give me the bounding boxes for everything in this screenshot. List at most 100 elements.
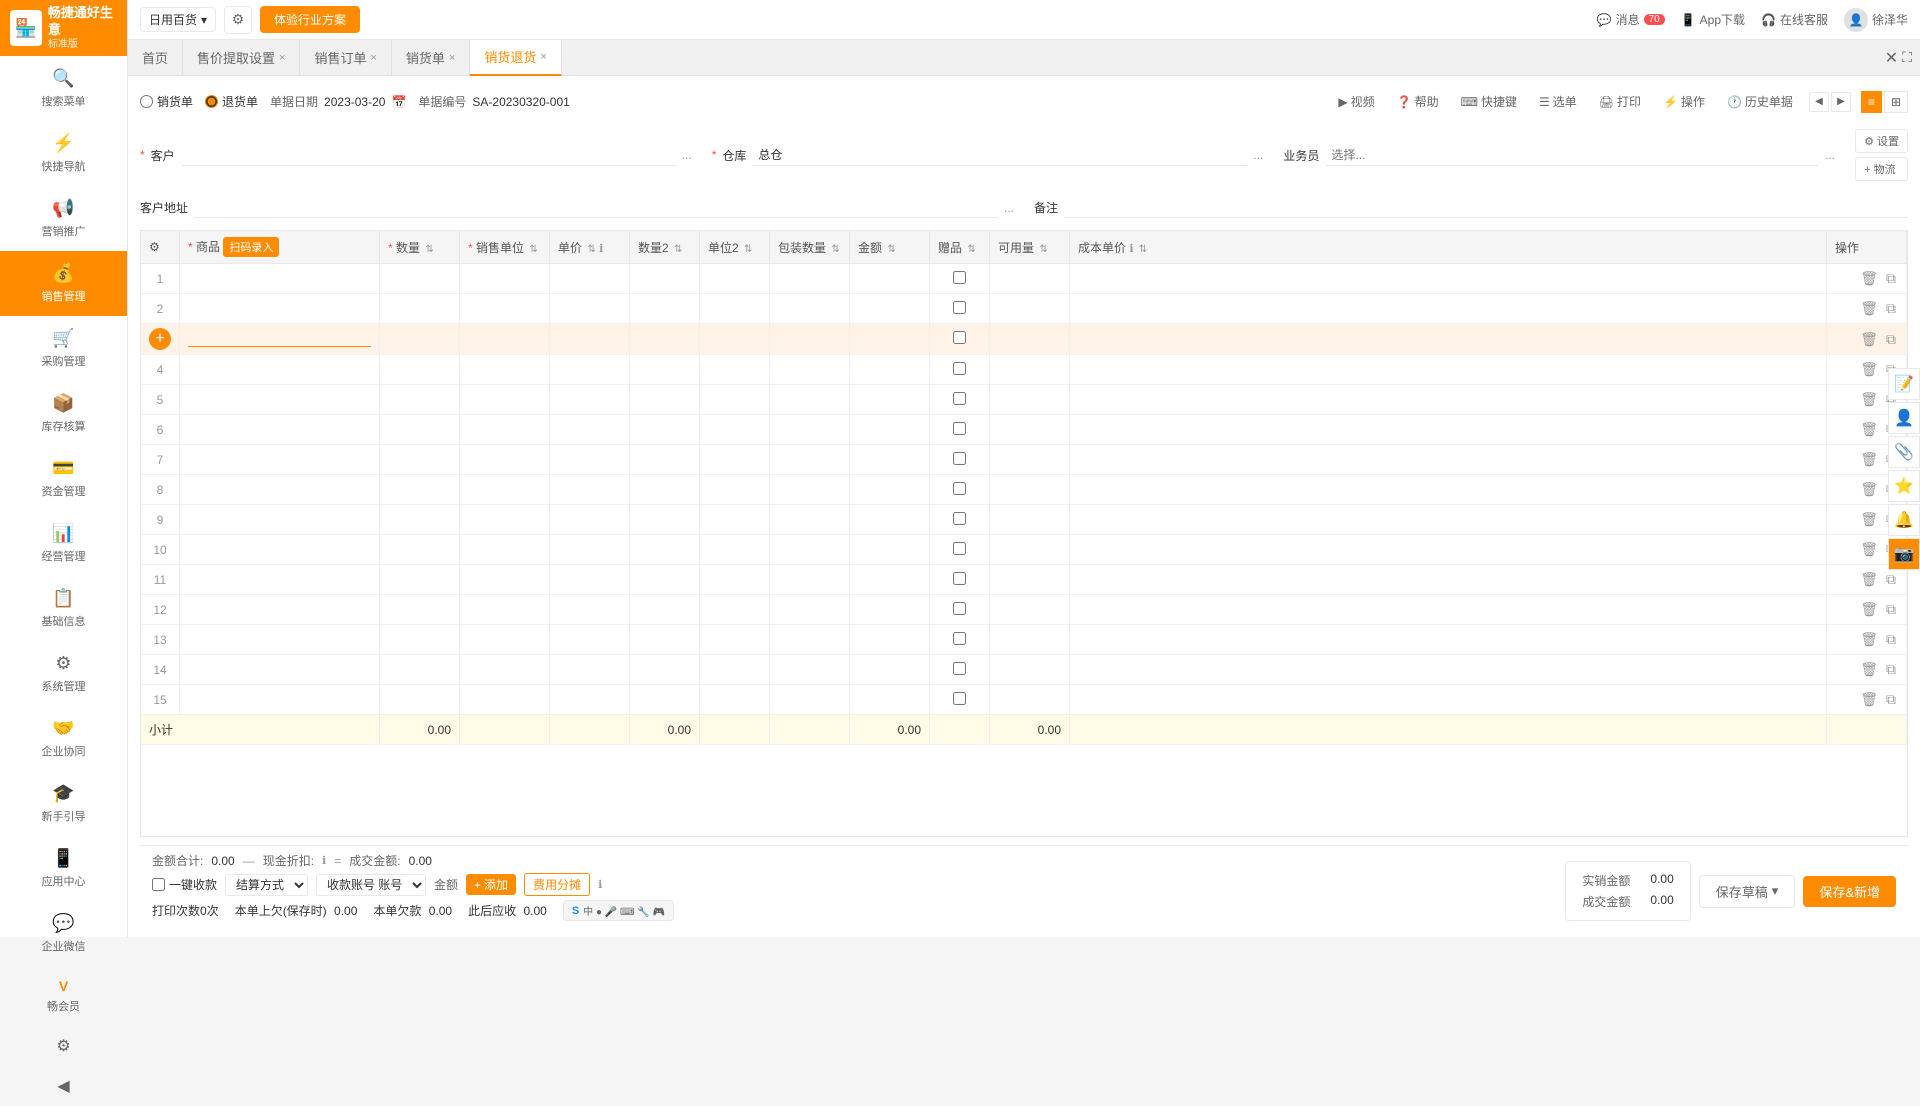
sidebar-item-inventory[interactable]: 📦 库存核算 [0,381,127,446]
tab-sales-order-close[interactable]: × [370,52,376,64]
save-draft-btn[interactable]: 保存草稿 ▾ [1699,875,1796,908]
row-pkg-3[interactable] [770,324,850,355]
copy-icon-2[interactable]: ⧉ [1884,298,1898,319]
grid-view-btn[interactable]: ⊞ [1884,91,1908,113]
row-unit2-1[interactable] [700,264,770,294]
gift-sort-icon[interactable]: ⇅ [967,244,975,255]
sidebar-item-operations[interactable]: 📊 经营管理 [0,511,127,576]
row-amount-1[interactable] [850,264,930,294]
copy-icon[interactable]: ⧉ [1884,689,1898,710]
industry-select[interactable]: 日用百货 ▾ [140,7,216,32]
float-user-icon[interactable]: 👤 [1888,402,1920,434]
tab-expand-btn[interactable]: ⛶ [1902,49,1912,66]
row-product-2[interactable] [180,294,380,324]
sidebar-item-search[interactable]: 🔍 搜索菜单 [0,56,127,121]
row-cost-1[interactable] [1070,264,1827,294]
radio-return-doc[interactable]: 退货单 [205,93,258,110]
pkg-sort-icon[interactable]: ⇅ [831,244,839,255]
delete-icon[interactable]: 🗑 [1858,659,1880,680]
sidebar-item-weixin[interactable]: 💬 企业微信 [0,901,127,966]
salesperson-input[interactable] [1325,145,1819,166]
row-amount-3[interactable] [850,324,930,355]
qty2-sort-icon[interactable]: ⇅ [674,244,682,255]
help-btn[interactable]: ❓ 帮助 [1391,90,1445,113]
account-select[interactable]: 收款账号 账号 [316,874,426,896]
qty-sort-icon[interactable]: ⇅ [425,244,433,255]
copy-icon[interactable]: ⧉ [1884,659,1898,680]
float-note-icon[interactable]: 📝 [1888,368,1920,400]
tab-price-extract-close[interactable]: × [279,52,285,64]
row-amount-2[interactable] [850,294,930,324]
nav-next[interactable]: ▶ [1831,92,1851,112]
cost-sort-icon[interactable]: ⇅ [1139,244,1147,255]
fee-split-btn[interactable]: 费用分摊 [524,873,590,896]
sidebar-collapse[interactable]: ◀ [0,1066,127,1106]
row-avail-1[interactable] [990,264,1070,294]
row-pkg-1[interactable] [770,264,850,294]
tab-sales[interactable]: 销货单 × [392,40,470,76]
copy-icon[interactable]: ⧉ [1884,629,1898,650]
copy-icon-3[interactable]: ⧉ [1884,329,1898,350]
amount-sort-icon[interactable]: ⇅ [887,244,895,255]
salesperson-dots[interactable]: ... [1825,148,1835,162]
sidebar-item-guide[interactable]: 🎓 新手引导 [0,771,127,836]
row-qty-1[interactable] [380,264,460,294]
avail-sort-icon[interactable]: ⇅ [1039,244,1047,255]
row-qty2-3[interactable] [630,324,700,355]
warehouse-dots[interactable]: ... [1253,148,1263,162]
delete-icon[interactable]: 🗑 [1858,449,1880,470]
row-qty-2[interactable] [380,294,460,324]
sidebar-item-finance[interactable]: 💳 资金管理 [0,446,127,511]
select-single-btn[interactable]: ☰ 选单 [1533,90,1583,113]
shortcut-btn[interactable]: ⌨ 快捷键 [1455,90,1523,113]
radio-sales-input[interactable] [140,95,153,108]
calc-method-select[interactable]: 结算方式 [225,874,308,896]
row-price-3[interactable] [550,324,630,355]
add-payment-btn[interactable]: + 添加 [466,874,516,895]
sidebar-item-purchase[interactable]: 🛒 采购管理 [0,316,127,381]
fee-info-icon[interactable]: ℹ [598,878,602,891]
delete-icon[interactable]: 🗑 [1858,479,1880,500]
product-input-active[interactable] [188,332,371,347]
row-cost-2[interactable] [1070,294,1827,324]
price-sort-icon[interactable]: ⇅ [587,244,595,255]
row-product-1[interactable] [180,264,380,294]
row-unit-2[interactable] [460,294,550,324]
row-qty2-2[interactable] [630,294,700,324]
row-avail-2[interactable] [990,294,1070,324]
delete-icon-3[interactable]: 🗑 [1858,329,1880,350]
row-unit2-3[interactable] [700,324,770,355]
delete-icon[interactable]: 🗑 [1858,689,1880,710]
delete-icon[interactable]: 🗑 [1858,569,1880,590]
print-btn[interactable]: 🖨 打印 [1593,90,1647,113]
row-unit-1[interactable] [460,264,550,294]
history-btn[interactable]: 🕐 历史单据 [1721,90,1799,113]
radio-return-input[interactable] [205,95,218,108]
tab-home[interactable]: 首页 [128,40,183,76]
row-price-2[interactable] [550,294,630,324]
copy-icon-1[interactable]: ⧉ [1884,268,1898,289]
list-view-btn[interactable]: ≡ [1861,91,1882,113]
tab-sales-order[interactable]: 销售订单 × [300,40,391,76]
delete-icon-2[interactable]: 🗑 [1858,298,1880,319]
delete-icon[interactable]: 🗑 [1858,599,1880,620]
setup-btn[interactable]: ⚙ 设置 [1855,129,1908,153]
online-service-btn[interactable]: 🎧 在线客服 [1761,11,1828,28]
row-qty-3[interactable] [380,324,460,355]
row-unit2-2[interactable] [700,294,770,324]
row-unit-3[interactable] [460,324,550,355]
sidebar-item-member[interactable]: V 畅会员 [0,966,127,1026]
warehouse-input[interactable] [752,145,1247,166]
row-gift-3[interactable] [930,324,990,355]
topbar-gear-btn[interactable]: ⚙ [224,6,252,34]
row-price-1[interactable] [550,264,630,294]
price-info-icon[interactable]: ℹ [599,243,603,255]
sidebar-item-marketing[interactable]: 📢 营销推广 [0,186,127,251]
copy-icon[interactable]: ⧉ [1884,599,1898,620]
radio-sales-doc[interactable]: 销货单 [140,93,193,110]
experience-btn[interactable]: 体验行业方案 [260,6,360,33]
cost-info-icon[interactable]: ℹ [1129,243,1133,255]
float-star-icon[interactable]: ⭐ [1888,470,1920,502]
video-btn[interactable]: ▶ 视频 [1332,90,1380,113]
save-new-btn[interactable]: 保存&新增 [1803,876,1896,907]
